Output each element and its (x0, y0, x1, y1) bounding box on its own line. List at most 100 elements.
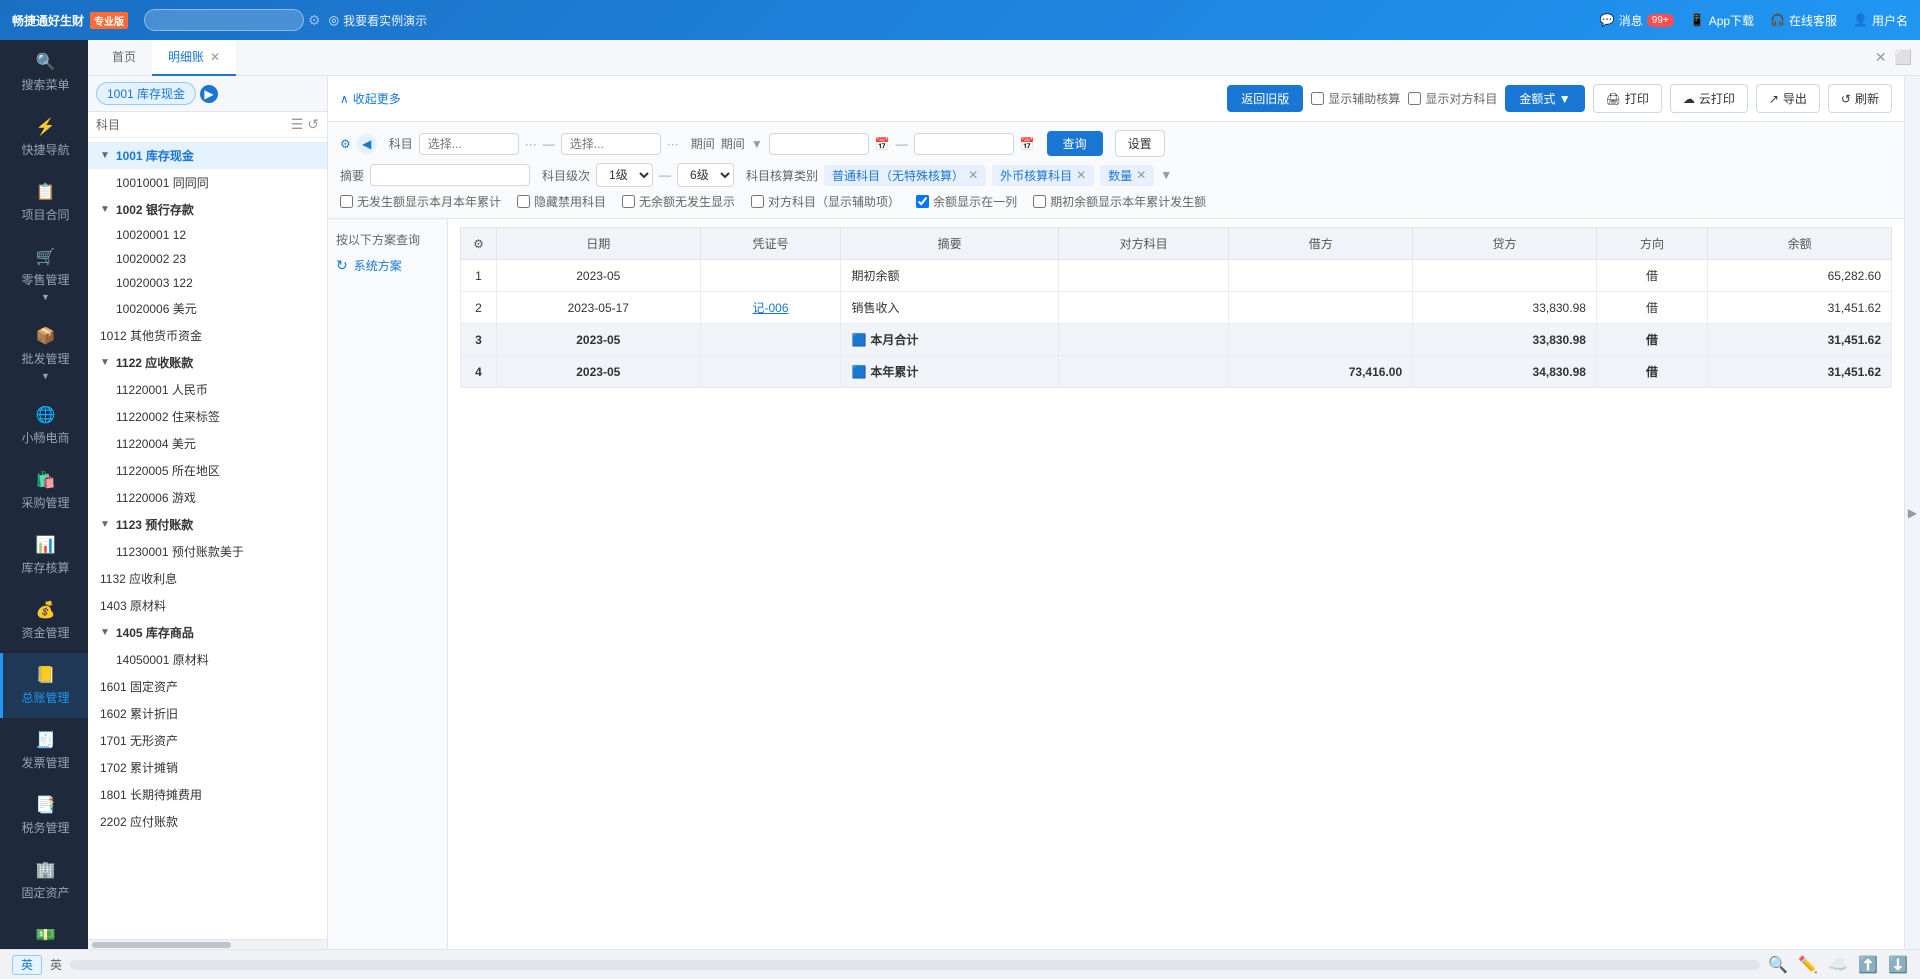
tree-item-10010001[interactable]: 10010001 同同同 (88, 169, 327, 196)
sidebar-item-ledger[interactable]: 📒 总账管理 (0, 653, 88, 718)
setting-btn[interactable]: 设置 (1115, 130, 1165, 157)
sidebar-item-search[interactable]: 🔍 搜索菜单 (0, 40, 88, 105)
sidebar-item-payroll[interactable]: 💵 工资 (0, 913, 88, 949)
upload-icon[interactable]: ⬆️ (1858, 955, 1878, 975)
tree-item-1002[interactable]: ▼ 1002 银行存款 (88, 196, 327, 223)
tree-scrollbar[interactable] (88, 939, 327, 949)
tree-item-2202[interactable]: 2202 应付账款 (88, 808, 327, 835)
tree-item-1701[interactable]: 1701 无形资产 (88, 727, 327, 754)
cb-no-amount[interactable]: 无发生额显示本月本年累计 (340, 193, 501, 210)
cb-hide-disabled[interactable]: 隐藏禁用科目 (517, 193, 606, 210)
sidebar-item-invoice[interactable]: 🧾 发票管理 (0, 718, 88, 783)
summary-input[interactable] (370, 164, 530, 186)
tab-home[interactable]: 首页 (96, 40, 152, 76)
bottom-eng-label[interactable]: 英 (50, 956, 62, 973)
top-search-input[interactable] (144, 9, 304, 31)
tree-item-14050001[interactable]: 14050001 原材料 (88, 646, 327, 673)
row-voucher[interactable]: 记-006 (700, 292, 841, 324)
download-icon[interactable]: ⬇️ (1888, 955, 1908, 975)
maximize-icon[interactable]: ⬜ (1895, 49, 1912, 66)
sidebar-item-ecommerce[interactable]: 🌐 小畅电商 (0, 393, 88, 458)
tree-item-11220004[interactable]: 11220004 美元 (88, 430, 327, 457)
right-collapse-btn[interactable]: ▶ (1904, 76, 1920, 949)
tree-item-11230001[interactable]: 11230001 预付账款美于 (88, 538, 327, 565)
cb-opposite[interactable]: 对方科目（显示辅助项） (751, 193, 900, 210)
sidebar-item-fixed-assets[interactable]: 🏢 固定资产 (0, 848, 88, 913)
tree-item-1405[interactable]: ▼ 1405 库存商品 (88, 619, 327, 646)
tree-item-10020002[interactable]: 10020002 23 (88, 247, 327, 271)
app-download-btn[interactable]: 📱 App下载 (1690, 12, 1754, 29)
tab-detail[interactable]: 明细账 ✕ (152, 40, 236, 76)
cb-balance-col[interactable]: 余额显示在一列 (916, 193, 1017, 210)
zoom-icon[interactable]: 🔍 (1768, 955, 1788, 975)
tag-close-icon[interactable]: ✕ (968, 168, 978, 182)
type-dropdown[interactable]: ▼ (1160, 168, 1172, 182)
subject-to-input[interactable] (561, 133, 661, 155)
tree-item-11220006[interactable]: 11220006 游戏 (88, 484, 327, 511)
col-settings[interactable]: ⚙ (461, 228, 497, 260)
subject-from-input[interactable] (419, 133, 519, 155)
sidebar-item-quick-nav[interactable]: ⚡ 快捷导航 (0, 105, 88, 170)
tree-refresh-icon[interactable]: ↺ (307, 116, 319, 133)
tag-close-icon[interactable]: ✕ (1076, 168, 1086, 182)
tree-item-11220005[interactable]: 11220005 所在地区 (88, 457, 327, 484)
period-to-calendar-icon[interactable]: 📅 (1020, 137, 1035, 151)
tree-item-11220002[interactable]: 11220002 住来标签 (88, 403, 327, 430)
tree-list-icon[interactable]: ☰ (291, 116, 304, 133)
period-from-input[interactable]: 2023-05 (769, 133, 869, 155)
back-old-version-btn[interactable]: 返回旧版 (1227, 85, 1303, 112)
demo-btn[interactable]: ◎ 我要看实例演示 (329, 12, 428, 29)
tree-item-1123[interactable]: ▼ 1123 预付账款 (88, 511, 327, 538)
bottom-lang-btn[interactable]: 英 (12, 955, 42, 975)
tab-close-icon[interactable]: ✕ (210, 50, 220, 64)
sidebar-item-tax[interactable]: 📑 税务管理 (0, 783, 88, 848)
print-btn[interactable]: 🖨 打印 (1593, 84, 1662, 113)
cloud-icon[interactable]: ☁️ (1828, 955, 1848, 975)
tree-item-10020003[interactable]: 10020003 122 (88, 271, 327, 295)
level-from-select[interactable]: 1级2级3级 (596, 163, 653, 187)
show-opposite-checkbox[interactable]: 显示对方科目 (1408, 90, 1497, 107)
settings-icon[interactable]: ⚙ (308, 12, 321, 29)
edit-icon[interactable]: ✏️ (1798, 955, 1818, 975)
system-scheme-btn[interactable]: ↻ 系统方案 (328, 252, 447, 279)
tree-item-1801[interactable]: 1801 长期待摊费用 (88, 781, 327, 808)
user-avatar[interactable]: 👤 用户名 (1853, 12, 1908, 29)
tag-close-icon[interactable]: ✕ (1136, 168, 1146, 182)
export-btn[interactable]: ↗ 导出 (1756, 84, 1820, 113)
close-panel-icon[interactable]: ✕ (1875, 49, 1887, 66)
period-dropdown[interactable]: ▼ (751, 137, 763, 151)
period-to-input[interactable]: 2023-05 (914, 133, 1014, 155)
sidebar-item-finance[interactable]: 💰 资金管理 (0, 588, 88, 653)
scheme-arrow-btn[interactable]: ◀ (357, 134, 377, 154)
level-to-select[interactable]: 6级3级4级 (677, 163, 734, 187)
messages-btn[interactable]: 💬 消息 99+ (1600, 12, 1674, 29)
tree-item-11220001[interactable]: 11220001 人民币 (88, 376, 327, 403)
sidebar-item-purchase[interactable]: 🛍️ 采购管理 (0, 458, 88, 523)
collapse-more-btn[interactable]: ∧ 收起更多 (340, 90, 401, 107)
show-aux-checkbox[interactable]: 显示辅助核算 (1311, 90, 1400, 107)
sidebar-item-project[interactable]: 📋 项目合同 (0, 170, 88, 235)
sidebar-item-inventory[interactable]: 📊 库存核算 (0, 523, 88, 588)
tree-item-1403[interactable]: 1403 原材料 (88, 592, 327, 619)
tree-nav-arrow[interactable]: ▶ (200, 85, 218, 103)
cb-no-balance[interactable]: 无余额无发生显示 (622, 193, 735, 210)
scheme-settings-icon[interactable]: ⚙ (340, 137, 351, 151)
tree-item-1012[interactable]: 1012 其他货币资金 (88, 322, 327, 349)
sidebar-item-retail[interactable]: 🛒 零售管理 ▼ (0, 235, 88, 314)
bottom-scrollbar[interactable] (70, 960, 1760, 970)
currency-btn[interactable]: 金额式 ▼ (1505, 85, 1584, 112)
online-service-btn[interactable]: 🎧 在线客服 (1770, 12, 1837, 29)
cb-opening[interactable]: 期初余额显示本年累计发生额 (1033, 193, 1206, 210)
tree-item-1122[interactable]: ▼ 1122 应收账款 (88, 349, 327, 376)
tree-item-1132[interactable]: 1132 应收利息 (88, 565, 327, 592)
tree-item-1702[interactable]: 1702 累计摊销 (88, 754, 327, 781)
tree-item-1602[interactable]: 1602 累计折旧 (88, 700, 327, 727)
refresh-btn[interactable]: ↺ 刷新 (1828, 84, 1892, 113)
tree-item-1601[interactable]: 1601 固定资产 (88, 673, 327, 700)
query-btn[interactable]: 查询 (1047, 131, 1103, 156)
tree-item-10020001[interactable]: 10020001 12 (88, 223, 327, 247)
cloud-print-btn[interactable]: ☁ 云打印 (1670, 84, 1748, 113)
tree-item-1001[interactable]: ▼ 1001 库存现金 (88, 142, 327, 169)
period-calendar-icon[interactable]: 📅 (875, 137, 890, 151)
tree-item-10020006[interactable]: 10020006 美元 (88, 295, 327, 322)
